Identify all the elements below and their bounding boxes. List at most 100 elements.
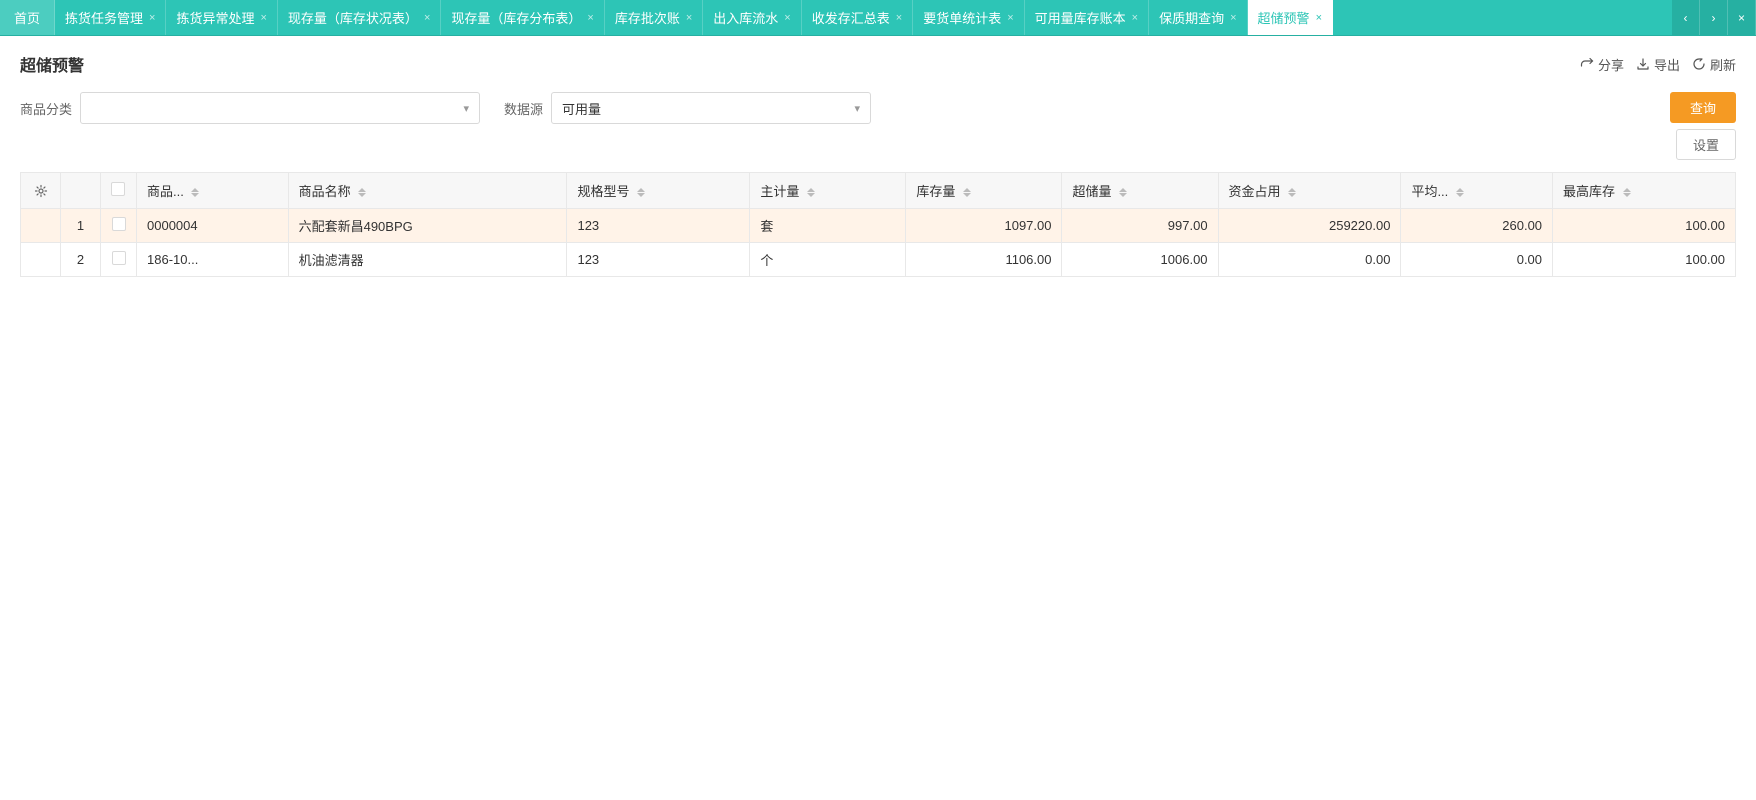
row-over-stock: 997.00	[1062, 209, 1218, 243]
nav-tab-home[interactable]: 首页	[0, 0, 55, 36]
row-index: 2	[61, 243, 101, 277]
th-over-stock-label: 超储量	[1072, 184, 1111, 199]
th-product-code[interactable]: 商品...	[137, 173, 289, 209]
row-capital: 259220.00	[1218, 209, 1401, 243]
row-product-code: 186-10...	[137, 243, 289, 277]
nav-tab-7-label: 收发存汇总表	[812, 8, 890, 27]
nav-arrow-right[interactable]: ›	[1700, 0, 1728, 36]
sort-icon-avg	[1456, 188, 1464, 197]
nav-tab-9[interactable]: 可用量库存账本 ×	[1025, 0, 1149, 36]
nav-arrows: ‹ › ×	[1672, 0, 1756, 36]
nav-tab-11-close[interactable]: ×	[1316, 12, 1322, 24]
filters-area: 商品分类 ▾ 数据源 可用量 ▾	[20, 92, 1670, 124]
sort-icon-stock	[963, 188, 971, 197]
category-label: 商品分类	[20, 99, 72, 118]
nav-arrow-more[interactable]: ×	[1728, 0, 1756, 36]
nav-tab-3-close[interactable]: ×	[424, 12, 430, 24]
nav-tab-9-label: 可用量库存账本	[1035, 8, 1126, 27]
nav-tab-10-label: 保质期查询	[1159, 8, 1224, 27]
sort-icon-unit	[807, 188, 815, 197]
nav-tab-2-close[interactable]: ×	[260, 12, 266, 24]
th-index	[61, 173, 101, 209]
th-unit[interactable]: 主计量	[750, 173, 906, 209]
export-icon	[1636, 57, 1650, 71]
row-stock: 1097.00	[906, 209, 1062, 243]
chevron-down-icon-2: ▾	[855, 102, 861, 115]
nav-tab-1-close[interactable]: ×	[149, 12, 155, 24]
th-max-stock-label: 最高库存	[1563, 184, 1615, 199]
category-select[interactable]: ▾	[80, 92, 480, 124]
nav-tab-7-close[interactable]: ×	[896, 12, 902, 24]
row-product-name: 机油滤清器	[288, 243, 567, 277]
nav-tab-1-label: 拣货任务管理	[65, 8, 143, 27]
row-stock: 1106.00	[906, 243, 1062, 277]
sort-icon-spec	[637, 188, 645, 197]
row-avg: 260.00	[1401, 209, 1553, 243]
nav-tab-9-close[interactable]: ×	[1132, 12, 1138, 24]
row-unit: 套	[750, 209, 906, 243]
th-avg-label: 平均...	[1411, 184, 1448, 199]
refresh-label: 刷新	[1710, 55, 1736, 74]
export-button[interactable]: 导出	[1636, 55, 1680, 74]
settings-button[interactable]: 设置	[1676, 129, 1736, 160]
datasource-select[interactable]: 可用量 ▾	[551, 92, 871, 124]
nav-tab-8-close[interactable]: ×	[1007, 12, 1013, 24]
nav-tab-3-label: 现存量（库存状况表）	[288, 8, 418, 27]
table-header-row: 商品... 商品名称 规格型号	[21, 173, 1736, 209]
th-capital[interactable]: 资金占用	[1218, 173, 1401, 209]
gear-icon	[34, 184, 48, 198]
row-spec: 123	[567, 243, 750, 277]
th-product-code-label: 商品...	[147, 184, 184, 199]
th-stock[interactable]: 库存量	[906, 173, 1062, 209]
row-checkbox-cell[interactable]	[101, 243, 137, 277]
share-button[interactable]: 分享	[1580, 55, 1624, 74]
row-product-name: 六配套新昌490BPG	[288, 209, 567, 243]
th-spec[interactable]: 规格型号	[567, 173, 750, 209]
th-max-stock[interactable]: 最高库存	[1553, 173, 1736, 209]
th-product-name[interactable]: 商品名称	[288, 173, 567, 209]
th-over-stock[interactable]: 超储量	[1062, 173, 1218, 209]
row-checkbox[interactable]	[112, 251, 126, 265]
nav-tab-3[interactable]: 现存量（库存状况表） ×	[278, 0, 441, 36]
nav-arrow-left[interactable]: ‹	[1672, 0, 1700, 36]
nav-tab-4-label: 现存量（库存分布表）	[451, 8, 581, 27]
nav-tab-8-label: 要货单统计表	[923, 8, 1001, 27]
nav-tab-10[interactable]: 保质期查询 ×	[1149, 0, 1247, 36]
nav-tab-5-label: 库存批次账	[615, 8, 680, 27]
nav-tab-4-close[interactable]: ×	[587, 12, 593, 24]
query-button[interactable]: 查询	[1670, 92, 1736, 123]
page-content: 超储预警 分享 导出 刷新	[0, 36, 1756, 800]
th-unit-label: 主计量	[760, 184, 799, 199]
nav-tab-11-label: 超储预警	[1258, 8, 1310, 27]
th-spec-label: 规格型号	[577, 184, 629, 199]
nav-tab-6-close[interactable]: ×	[784, 12, 790, 24]
nav-tab-5[interactable]: 库存批次账 ×	[605, 0, 703, 36]
nav-tab-5-close[interactable]: ×	[686, 12, 692, 24]
category-filter: 商品分类 ▾	[20, 92, 480, 124]
th-checkbox[interactable]	[101, 173, 137, 209]
row-checkbox[interactable]	[112, 217, 126, 231]
nav-tab-10-close[interactable]: ×	[1230, 12, 1236, 24]
page-header: 超储预警 分享 导出 刷新	[20, 52, 1736, 76]
header-checkbox[interactable]	[111, 182, 125, 196]
th-stock-label: 库存量	[916, 184, 955, 199]
datasource-select-value: 可用量	[562, 99, 601, 118]
datasource-label: 数据源	[504, 99, 543, 118]
nav-tab-6[interactable]: 出入库流水 ×	[703, 0, 801, 36]
table-row: 1 0000004 六配套新昌490BPG 123 套 1097.00 997.…	[21, 209, 1736, 243]
th-settings[interactable]	[21, 173, 61, 209]
nav-tab-11[interactable]: 超储预警 ×	[1248, 0, 1333, 36]
nav-tab-7[interactable]: 收发存汇总表 ×	[802, 0, 913, 36]
datasource-filter: 数据源 可用量 ▾	[504, 92, 871, 124]
nav-tab-8[interactable]: 要货单统计表 ×	[913, 0, 1024, 36]
buttons-area: 查询 设置	[1670, 92, 1736, 160]
row-checkbox-cell[interactable]	[101, 209, 137, 243]
row-product-code: 0000004	[137, 209, 289, 243]
nav-tab-2[interactable]: 拣货异常处理 ×	[166, 0, 277, 36]
nav-tab-1[interactable]: 拣货任务管理 ×	[55, 0, 166, 36]
sort-icon-product-code	[191, 188, 199, 197]
data-table: 商品... 商品名称 规格型号	[20, 172, 1736, 277]
nav-tab-4[interactable]: 现存量（库存分布表） ×	[441, 0, 604, 36]
refresh-button[interactable]: 刷新	[1692, 55, 1736, 74]
th-avg[interactable]: 平均...	[1401, 173, 1553, 209]
